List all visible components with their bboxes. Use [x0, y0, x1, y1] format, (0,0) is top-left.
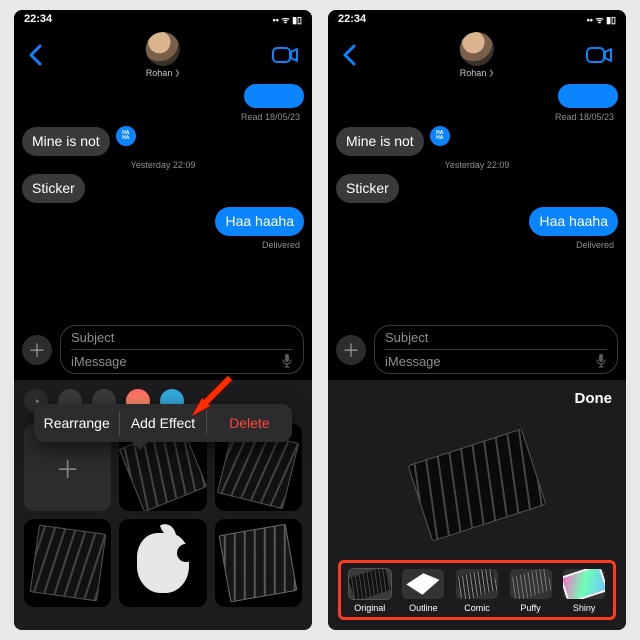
nav-bar: Rohan❯: [14, 28, 312, 82]
sent-bubble-empty[interactable]: [244, 84, 304, 108]
message-input[interactable]: iMessage: [385, 354, 441, 369]
effect-label: Outline: [409, 603, 438, 613]
compose-bar: ＋ Subject iMessage: [328, 319, 626, 380]
timestamp: Yesterday 22:09: [26, 160, 300, 170]
contact-name: Rohan: [460, 68, 487, 78]
effect-comic[interactable]: Comic: [453, 569, 501, 613]
received-row: Mine is not HAHA: [336, 126, 618, 156]
received-bubble[interactable]: Sticker: [336, 174, 399, 203]
compose-field[interactable]: Subject iMessage: [60, 325, 304, 374]
haha-reaction-icon[interactable]: HAHA: [116, 126, 136, 146]
effect-preview[interactable]: [328, 409, 626, 560]
facetime-button[interactable]: [266, 42, 304, 68]
sent-bubble[interactable]: Haa haaha: [529, 207, 618, 236]
compose-field[interactable]: Subject iMessage: [374, 325, 618, 374]
back-button[interactable]: [336, 40, 362, 70]
received-bubble[interactable]: Mine is not: [22, 127, 110, 156]
subject-input[interactable]: Subject: [71, 330, 293, 350]
timestamp: Yesterday 22:09: [340, 160, 614, 170]
avatar: [146, 32, 180, 66]
sticker-item[interactable]: [24, 519, 111, 606]
message-thread[interactable]: Read 18/05/23 Mine is not HAHA Yesterday…: [14, 82, 312, 319]
effect-outline[interactable]: Outline: [399, 569, 447, 613]
delivered-receipt: Delivered: [340, 240, 614, 250]
phone-right: 22:34 •• ᯤ ▮▯ Rohan❯ Read 18/05/23 Mine …: [328, 10, 626, 630]
sent-bubble[interactable]: Haa haaha: [215, 207, 304, 236]
contact-name: Rohan: [146, 68, 173, 78]
effect-label: Comic: [464, 603, 490, 613]
chevron-right-icon: ❯: [174, 69, 180, 77]
apps-plus-button[interactable]: ＋: [22, 335, 52, 365]
facetime-button[interactable]: [580, 42, 618, 68]
back-button[interactable]: [22, 40, 48, 70]
compose-bar: ＋ Subject iMessage: [14, 319, 312, 380]
status-icons: •• ᯤ ▮▯: [587, 13, 616, 26]
phone-left: 22:34 •• ᯤ ▮▯ Rohan❯ Read 18/05/23 Mine …: [14, 10, 312, 630]
received-bubble[interactable]: Mine is not: [336, 127, 424, 156]
microphone-icon[interactable]: [281, 353, 293, 369]
status-icons: •• ᯤ ▮▯: [273, 13, 302, 26]
haha-reaction-icon[interactable]: HAHA: [430, 126, 450, 146]
status-bar: 22:34 •• ᯤ ▮▯: [328, 10, 626, 28]
effects-picker: Original Outline Comic Puffy Shiny: [338, 560, 616, 620]
effect-puffy[interactable]: Puffy: [507, 569, 555, 613]
status-time: 22:34: [24, 13, 52, 25]
contact-header[interactable]: Rohan❯: [146, 32, 180, 78]
effect-original[interactable]: Original: [346, 569, 394, 613]
sticker-grid[interactable]: ＋: [14, 416, 312, 615]
microphone-icon[interactable]: [595, 353, 607, 369]
done-button[interactable]: Done: [575, 390, 613, 407]
subject-input[interactable]: Subject: [385, 330, 607, 350]
avatar: [460, 32, 494, 66]
effect-editor: Done Original Outline Comic: [328, 380, 626, 630]
apps-plus-button[interactable]: ＋: [336, 335, 366, 365]
contact-header[interactable]: Rohan❯: [460, 32, 494, 78]
read-receipt: Read 18/05/23: [340, 112, 614, 122]
received-row: Mine is not HAHA: [22, 126, 304, 156]
effect-shiny[interactable]: Shiny: [560, 569, 608, 613]
effect-label: Original: [354, 603, 385, 613]
message-thread[interactable]: Read 18/05/23 Mine is not HAHA Yesterday…: [328, 82, 626, 319]
message-input[interactable]: iMessage: [71, 354, 127, 369]
annotation-arrow-icon: [190, 374, 234, 418]
sticker-item[interactable]: [119, 519, 206, 606]
chevron-right-icon: ❯: [488, 69, 494, 77]
sticker-item[interactable]: [215, 519, 302, 606]
context-menu: Rearrange Add Effect Delete: [34, 404, 292, 442]
received-bubble[interactable]: Sticker: [22, 174, 85, 203]
sticker-preview[interactable]: [408, 428, 547, 541]
effect-label: Shiny: [573, 603, 596, 613]
effect-label: Puffy: [520, 603, 540, 613]
sticker-drawer: ◔ Rearrange Add Effect Delete: [14, 380, 312, 630]
delivered-receipt: Delivered: [26, 240, 300, 250]
status-bar: 22:34 •• ᯤ ▮▯: [14, 10, 312, 28]
read-receipt: Read 18/05/23: [26, 112, 300, 122]
sent-bubble-empty[interactable]: [558, 84, 618, 108]
menu-rearrange[interactable]: Rearrange: [34, 407, 119, 439]
status-time: 22:34: [338, 13, 366, 25]
nav-bar: Rohan❯: [328, 28, 626, 82]
